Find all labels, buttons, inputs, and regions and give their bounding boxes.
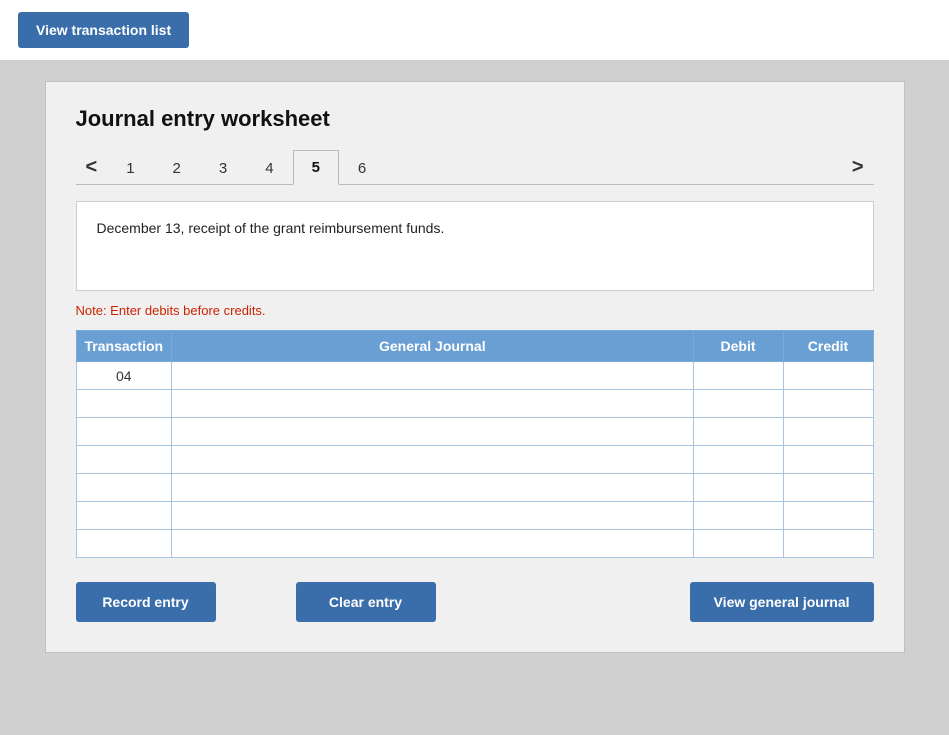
journal-input[interactable] [172, 474, 692, 501]
debit-input-cell[interactable] [693, 446, 783, 474]
debit-input-cell[interactable] [693, 474, 783, 502]
transaction-cell: 04 [76, 362, 172, 390]
journal-input-cell[interactable] [172, 446, 693, 474]
table-row [76, 418, 873, 446]
table-row [76, 446, 873, 474]
debit-input[interactable] [694, 474, 783, 501]
credit-input-cell[interactable] [783, 418, 873, 446]
clear-entry-button[interactable]: Clear entry [296, 582, 436, 622]
record-entry-button[interactable]: Record entry [76, 582, 216, 622]
credit-input[interactable] [784, 502, 873, 529]
credit-input[interactable] [784, 390, 873, 417]
credit-input[interactable] [784, 530, 873, 557]
credit-input-cell[interactable] [783, 362, 873, 390]
journal-input-cell[interactable] [172, 362, 693, 390]
credit-input[interactable] [784, 446, 873, 473]
journal-input-cell[interactable] [172, 418, 693, 446]
tab-5[interactable]: 5 [293, 150, 339, 185]
table-row: 04 [76, 362, 873, 390]
header-credit: Credit [783, 331, 873, 362]
tab-next-button[interactable]: > [842, 153, 874, 181]
credit-input-cell[interactable] [783, 474, 873, 502]
credit-input-cell[interactable] [783, 390, 873, 418]
credit-input-cell[interactable] [783, 446, 873, 474]
description-box: December 13, receipt of the grant reimbu… [76, 201, 874, 291]
tab-3[interactable]: 3 [200, 151, 246, 185]
journal-input-cell[interactable] [172, 530, 693, 558]
transaction-cell [76, 418, 172, 446]
top-bar: View transaction list [0, 0, 949, 61]
journal-input-cell[interactable] [172, 502, 693, 530]
credit-input[interactable] [784, 474, 873, 501]
tab-4[interactable]: 4 [246, 151, 292, 185]
header-transaction: Transaction [76, 331, 172, 362]
journal-input[interactable] [172, 502, 692, 529]
table-row [76, 474, 873, 502]
credit-input[interactable] [784, 362, 873, 389]
credit-input-cell[interactable] [783, 502, 873, 530]
debit-input[interactable] [694, 502, 783, 529]
journal-input-cell[interactable] [172, 390, 693, 418]
tab-2[interactable]: 2 [154, 151, 200, 185]
journal-input[interactable] [172, 418, 692, 445]
header-general-journal: General Journal [172, 331, 693, 362]
tab-prev-button[interactable]: < [76, 153, 108, 181]
debit-input[interactable] [694, 530, 783, 557]
transaction-cell [76, 390, 172, 418]
table-row [76, 502, 873, 530]
debit-input[interactable] [694, 362, 783, 389]
journal-input[interactable] [172, 530, 692, 557]
journal-input-cell[interactable] [172, 474, 693, 502]
table-row [76, 530, 873, 558]
journal-input[interactable] [172, 446, 692, 473]
debit-input-cell[interactable] [693, 362, 783, 390]
tab-1[interactable]: 1 [107, 151, 153, 185]
header-debit: Debit [693, 331, 783, 362]
transaction-cell [76, 530, 172, 558]
view-transaction-button[interactable]: View transaction list [18, 12, 189, 48]
journal-input[interactable] [172, 362, 692, 389]
tab-6[interactable]: 6 [339, 151, 385, 185]
debit-input[interactable] [694, 418, 783, 445]
debit-input-cell[interactable] [693, 530, 783, 558]
buttons-row: Record entry Clear entry View general jo… [76, 582, 874, 622]
journal-input[interactable] [172, 390, 692, 417]
credit-input[interactable] [784, 418, 873, 445]
worksheet-title: Journal entry worksheet [76, 106, 874, 132]
debit-input-cell[interactable] [693, 418, 783, 446]
note-text: Note: Enter debits before credits. [76, 303, 874, 318]
tabs-row: < 1 2 3 4 5 6 > [76, 150, 874, 185]
transaction-cell [76, 502, 172, 530]
debit-input[interactable] [694, 446, 783, 473]
transaction-cell [76, 446, 172, 474]
table-row [76, 390, 873, 418]
debit-input-cell[interactable] [693, 390, 783, 418]
debit-input[interactable] [694, 390, 783, 417]
credit-input-cell[interactable] [783, 530, 873, 558]
debit-input-cell[interactable] [693, 502, 783, 530]
journal-table: Transaction General Journal Debit Credit… [76, 330, 874, 558]
view-general-journal-button[interactable]: View general journal [690, 582, 874, 622]
transaction-cell [76, 474, 172, 502]
main-container: Journal entry worksheet < 1 2 3 4 5 6 > … [45, 81, 905, 653]
